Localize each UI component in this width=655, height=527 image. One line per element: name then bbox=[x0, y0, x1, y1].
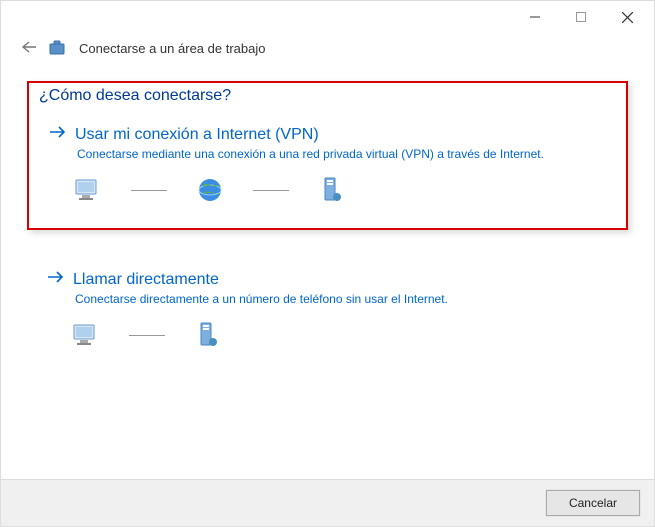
connector-line bbox=[131, 190, 167, 191]
window-title: Conectarse a un área de trabajo bbox=[79, 41, 265, 56]
minimize-button[interactable] bbox=[512, 2, 558, 32]
dial-diagram bbox=[47, 321, 628, 349]
question-heading: ¿Cómo desea conectarse? bbox=[37, 87, 618, 105]
option-dial-title: Llamar directamente bbox=[73, 271, 219, 289]
computer-icon bbox=[73, 176, 103, 204]
computer-icon bbox=[71, 321, 101, 349]
footer: Cancelar bbox=[1, 479, 654, 526]
cancel-button[interactable]: Cancelar bbox=[546, 490, 640, 516]
content-area: ¿Cómo desea conectarse? Usar mi conexión… bbox=[1, 67, 654, 363]
arrow-right-icon bbox=[49, 125, 67, 144]
close-button[interactable] bbox=[604, 2, 650, 32]
option-vpn-title: Usar mi conexión a Internet (VPN) bbox=[75, 126, 319, 144]
server-icon bbox=[193, 321, 223, 349]
workplace-icon bbox=[49, 39, 67, 57]
option-vpn[interactable]: Usar mi conexión a Internet (VPN) Conect… bbox=[37, 123, 618, 214]
vpn-diagram bbox=[49, 176, 618, 204]
globe-icon bbox=[195, 176, 225, 204]
back-arrow-icon[interactable] bbox=[21, 40, 37, 56]
option-dial[interactable]: Llamar directamente Conectarse directame… bbox=[27, 270, 628, 349]
maximize-button[interactable] bbox=[558, 2, 604, 32]
connector-line bbox=[253, 190, 289, 191]
server-icon bbox=[317, 176, 347, 204]
header: Conectarse a un área de trabajo bbox=[1, 33, 654, 67]
connector-line bbox=[129, 335, 165, 336]
option-vpn-description: Conectarse mediante una conexión a una r… bbox=[49, 146, 609, 162]
arrow-right-icon bbox=[47, 270, 65, 289]
highlighted-section: ¿Cómo desea conectarse? Usar mi conexión… bbox=[27, 81, 628, 230]
option-dial-description: Conectarse directamente a un número de t… bbox=[47, 291, 607, 307]
title-bar bbox=[1, 1, 654, 33]
